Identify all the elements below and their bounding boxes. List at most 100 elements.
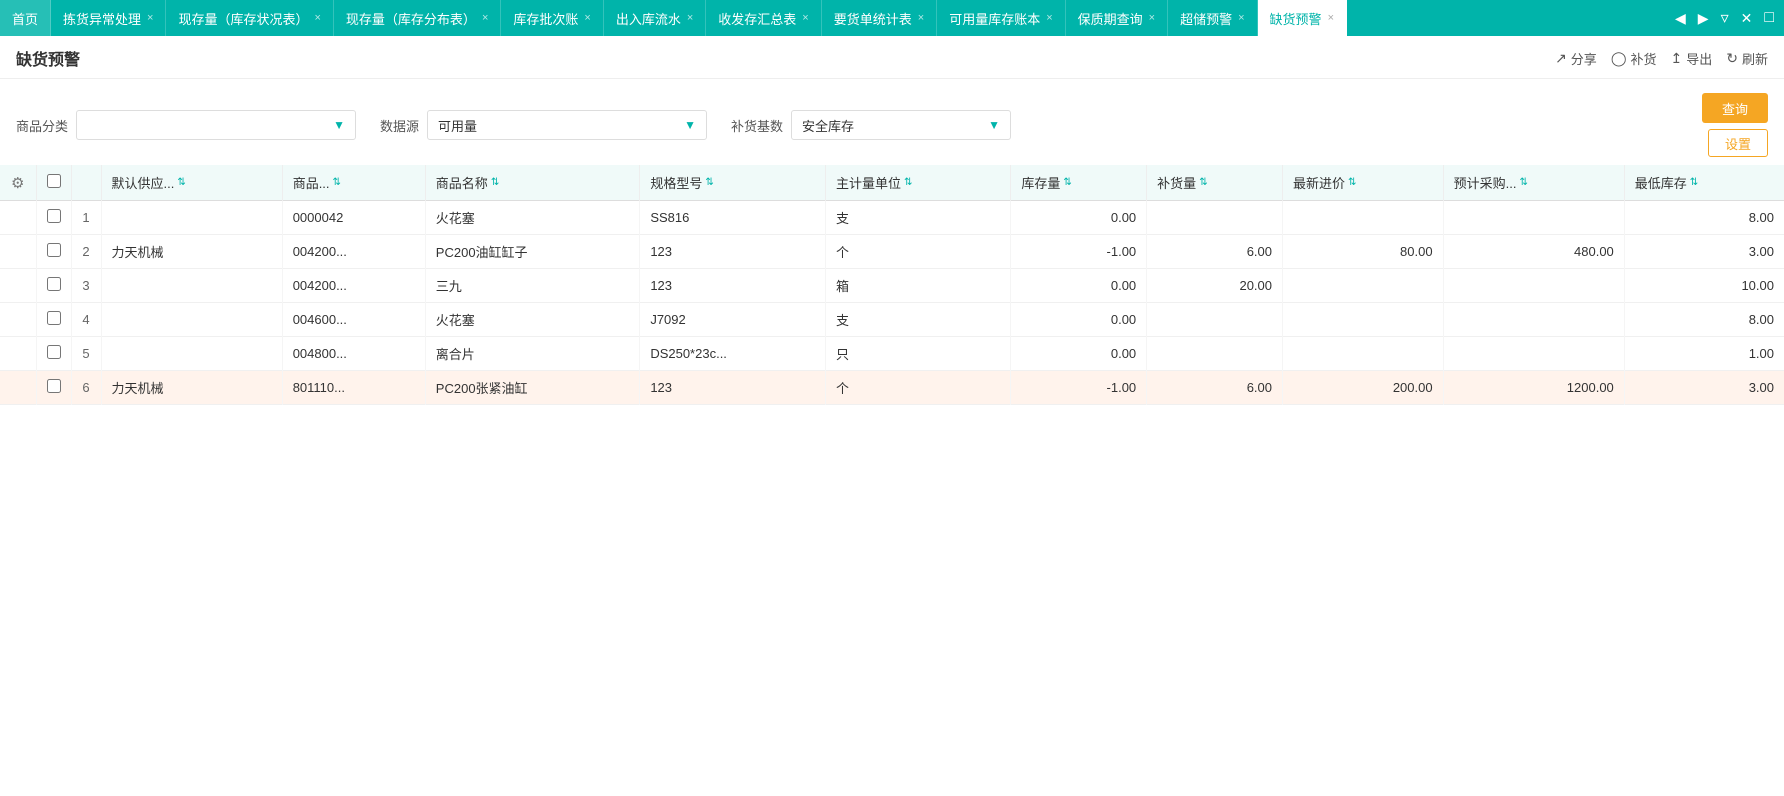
tab-close-inout-flow[interactable]: ×: [687, 12, 693, 24]
row-checkbox[interactable]: [47, 277, 61, 291]
tab-close-inventory-status[interactable]: ×: [314, 12, 320, 24]
row-replenish: 6.00: [1147, 235, 1283, 269]
tab-inout-flow[interactable]: 出入库流水 ×: [604, 0, 706, 36]
tab-batch-account[interactable]: 库存批次账 ×: [501, 0, 603, 36]
tab-close-overstock[interactable]: ×: [1238, 12, 1244, 24]
row-number: 6: [71, 371, 101, 405]
datasource-select-value: 可用量: [438, 116, 676, 135]
share-icon: ↗: [1555, 50, 1567, 67]
row-product-code: 004600...: [282, 303, 425, 337]
tab-receive-summary[interactable]: 收发存汇总表 ×: [706, 0, 821, 36]
category-arrow-icon: ▼: [333, 118, 345, 132]
table-row[interactable]: 5004800...离合片DS250*23c...只0.001.00: [0, 337, 1784, 371]
datasource-select[interactable]: 可用量 ▼: [427, 110, 707, 140]
tab-menu-button[interactable]: ▿: [1715, 6, 1735, 30]
main-table: ⚙ 默认供应... ⇅ 商品...: [0, 165, 1784, 405]
row-replenish: [1147, 337, 1283, 371]
product-name-sort-icon[interactable]: ⇅: [491, 177, 499, 188]
column-row-num: [71, 165, 101, 201]
tab-expand-button[interactable]: □: [1758, 7, 1780, 29]
row-checkbox[interactable]: [47, 209, 61, 223]
table-row[interactable]: 10000042火花塞SS816支0.008.00: [0, 201, 1784, 235]
tab-inventory-status[interactable]: 现存量（库存状况表） ×: [166, 0, 333, 36]
column-stock: 库存量 ⇅: [1011, 165, 1147, 201]
row-product-code: 004200...: [282, 235, 425, 269]
table-row[interactable]: 6力天机械801110...PC200张紧油缸123个-1.006.00200.…: [0, 371, 1784, 405]
table-body: 10000042火花塞SS816支0.008.002力天机械004200...P…: [0, 201, 1784, 405]
tab-demand-stats[interactable]: 要货单统计表 ×: [822, 0, 937, 36]
page-content: 缺货预警 ↗ 分享 ◯ 补货 ↥ 导出 ↻ 刷新 商品分类: [0, 36, 1784, 796]
latest-price-sort-icon[interactable]: ⇅: [1348, 177, 1356, 188]
table-row[interactable]: 3004200...三九123箱0.0020.0010.00: [0, 269, 1784, 303]
row-min-stock: 1.00: [1624, 337, 1784, 371]
share-button[interactable]: ↗ 分享: [1555, 49, 1597, 68]
row-product-code: 004200...: [282, 269, 425, 303]
column-min-stock: 最低库存 ⇅: [1624, 165, 1784, 201]
row-number: 4: [71, 303, 101, 337]
select-all-checkbox[interactable]: [47, 174, 61, 188]
row-checkbox[interactable]: [47, 379, 61, 393]
tab-label-receive-summary: 收发存汇总表: [718, 9, 796, 28]
tab-exception[interactable]: 拣货异常处理 ×: [51, 0, 166, 36]
replenish-base-select[interactable]: 安全库存 ▼: [791, 110, 1011, 140]
tab-close-available-ledger[interactable]: ×: [1046, 12, 1052, 24]
tab-close-inventory-dist[interactable]: ×: [482, 12, 488, 24]
row-product-name: 三九: [425, 269, 640, 303]
row-checkbox[interactable]: [47, 243, 61, 257]
tab-close-shortage[interactable]: ×: [1328, 12, 1334, 24]
replenish-button[interactable]: ◯ 补货: [1611, 49, 1657, 68]
row-checkbox-cell: [36, 337, 71, 371]
table-row[interactable]: 4004600...火花塞J7092支0.008.00: [0, 303, 1784, 337]
export-button[interactable]: ↥ 导出: [1671, 49, 1713, 68]
row-spec: DS250*23c...: [640, 337, 826, 371]
row-supplier: [101, 269, 282, 303]
tab-home[interactable]: 首页: [0, 0, 51, 36]
row-unit: 个: [826, 371, 1011, 405]
tab-overstock[interactable]: 超储预警 ×: [1168, 0, 1257, 36]
spec-sort-icon[interactable]: ⇅: [705, 177, 713, 188]
category-select[interactable]: ▼: [76, 110, 356, 140]
tab-prev-button[interactable]: ◀: [1669, 8, 1692, 29]
tab-close-expiry-query[interactable]: ×: [1149, 12, 1155, 24]
row-gear-cell: [0, 269, 36, 303]
query-button[interactable]: 查询: [1702, 93, 1768, 123]
tab-next-button[interactable]: ▶: [1692, 8, 1715, 29]
tab-close-exception[interactable]: ×: [147, 12, 153, 24]
row-est-purchase: 1200.00: [1443, 371, 1624, 405]
tab-close-demand-stats[interactable]: ×: [918, 12, 924, 24]
supplier-sort-icon[interactable]: ⇅: [177, 177, 185, 188]
tab-close-batch-account[interactable]: ×: [584, 12, 590, 24]
row-product-code: 0000042: [282, 201, 425, 235]
row-checkbox[interactable]: [47, 345, 61, 359]
est-purchase-sort-icon[interactable]: ⇅: [1519, 177, 1527, 188]
gear-settings-icon[interactable]: ⚙: [11, 174, 24, 192]
tab-close-all-button[interactable]: ✕: [1735, 8, 1759, 29]
tab-available-ledger[interactable]: 可用量库存账本 ×: [937, 0, 1065, 36]
row-spec: 123: [640, 269, 826, 303]
replenish-sort-icon[interactable]: ⇅: [1199, 177, 1207, 188]
table-row[interactable]: 2力天机械004200...PC200油缸缸子123个-1.006.0080.0…: [0, 235, 1784, 269]
settings-button[interactable]: 设置: [1708, 129, 1768, 157]
row-stock: 0.00: [1011, 337, 1147, 371]
tab-label-expiry-query: 保质期查询: [1078, 9, 1143, 28]
row-est-purchase: 480.00: [1443, 235, 1624, 269]
unit-sort-icon[interactable]: ⇅: [904, 177, 912, 188]
row-product-name: 火花塞: [425, 303, 640, 337]
refresh-button[interactable]: ↻ 刷新: [1726, 49, 1768, 68]
refresh-icon: ↻: [1726, 50, 1738, 67]
tab-expiry-query[interactable]: 保质期查询 ×: [1066, 0, 1168, 36]
category-filter-group: 商品分类 ▼: [16, 110, 356, 140]
product-code-sort-icon[interactable]: ⇅: [333, 177, 341, 188]
tab-label-batch-account: 库存批次账: [513, 9, 578, 28]
row-spec: SS816: [640, 201, 826, 235]
tab-bar: 首页拣货异常处理 ×现存量（库存状况表） ×现存量（库存分布表） ×库存批次账 …: [0, 0, 1784, 36]
row-checkbox[interactable]: [47, 311, 61, 325]
category-label: 商品分类: [16, 116, 68, 135]
min-stock-sort-icon[interactable]: ⇅: [1690, 177, 1698, 188]
tab-shortage[interactable]: 缺货预警 ×: [1258, 0, 1347, 36]
stock-sort-icon[interactable]: ⇅: [1063, 177, 1071, 188]
tab-close-receive-summary[interactable]: ×: [802, 12, 808, 24]
tab-inventory-dist[interactable]: 现存量（库存分布表） ×: [334, 0, 501, 36]
row-replenish: [1147, 201, 1283, 235]
row-stock: 0.00: [1011, 303, 1147, 337]
